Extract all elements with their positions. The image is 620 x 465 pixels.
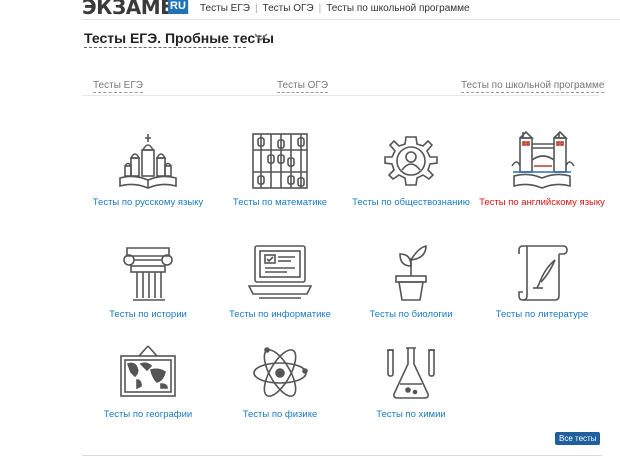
subject-biology[interactable]: Тесты по биологии bbox=[346, 240, 476, 320]
flask-icon bbox=[387, 347, 435, 399]
divider bbox=[82, 455, 602, 456]
topnav-ege[interactable]: Тесты ЕГЭ bbox=[195, 3, 255, 14]
topnav-oge[interactable]: Тесты ОГЭ bbox=[258, 3, 319, 14]
subject-physics[interactable]: Тесты по физике bbox=[215, 340, 345, 420]
gear-person-icon bbox=[384, 136, 438, 186]
subject-label[interactable]: Тесты по физике bbox=[215, 409, 345, 420]
subject-label[interactable]: Тесты по биологии bbox=[346, 309, 476, 320]
subject-label[interactable]: Тесты по математике bbox=[215, 197, 345, 208]
tower-bridge-icon bbox=[511, 130, 575, 189]
plant-pot-icon bbox=[395, 244, 427, 301]
column-icon bbox=[123, 247, 173, 301]
subject-literature[interactable]: Тесты по литературе bbox=[477, 240, 607, 320]
filter-school[interactable]: Тесты по школьной программе bbox=[461, 80, 605, 93]
subject-geography[interactable]: Тесты по географии bbox=[83, 340, 213, 420]
subject-label[interactable]: Тесты по химии bbox=[346, 409, 476, 420]
filter-oge[interactable]: Тесты ОГЭ bbox=[277, 80, 329, 93]
atom-icon bbox=[253, 347, 308, 397]
subject-label[interactable]: Тесты по английскому языку bbox=[477, 197, 607, 208]
title-underline bbox=[84, 47, 246, 48]
scroll-quill-icon bbox=[518, 245, 568, 301]
filter-divider bbox=[82, 95, 599, 96]
subject-english[interactable]: Тесты по английскому языку bbox=[477, 128, 607, 208]
top-nav: Тесты ЕГЭ | Тесты ОГЭ | Тесты по школьной пр… bbox=[195, 3, 475, 14]
logo-badge: RU bbox=[168, 0, 188, 14]
divider bbox=[82, 19, 620, 20]
subject-history[interactable]: Тесты по истории bbox=[83, 240, 213, 320]
world-map-icon bbox=[120, 345, 176, 397]
subject-social[interactable]: Тесты по обществознанию bbox=[346, 128, 476, 208]
abacus-icon bbox=[252, 133, 308, 189]
subject-informatics[interactable]: Тесты по информатике bbox=[215, 240, 345, 320]
page-title[interactable]: Тесты ЕГЭ. Пробные тесты bbox=[84, 30, 274, 46]
subject-label[interactable]: Тесты по истории bbox=[83, 309, 213, 320]
subject-russian[interactable]: Тесты по русскому языку bbox=[83, 128, 213, 208]
subject-label[interactable]: Тесты по русскому языку bbox=[83, 197, 213, 208]
subject-label[interactable]: Тесты по информатике bbox=[215, 309, 345, 320]
subject-label[interactable]: Тесты по обществознанию bbox=[346, 197, 476, 208]
subject-label[interactable]: Тесты по географии bbox=[83, 409, 213, 420]
subject-math[interactable]: Тесты по математике bbox=[215, 128, 345, 208]
subject-chemistry[interactable]: Тесты по химии bbox=[346, 340, 476, 420]
laptop-icon bbox=[247, 245, 313, 299]
all-tests-button[interactable]: Все тесты bbox=[555, 432, 601, 445]
filter-ege[interactable]: Тесты ЕГЭ bbox=[93, 80, 143, 93]
kremlin-book-icon bbox=[119, 134, 177, 189]
top-bar: ЭКЗАМЕН RU Тесты ЕГЭ | Тесты ОГЭ | Тесты по … bbox=[0, 0, 620, 20]
chevron-down-icon[interactable] bbox=[253, 31, 269, 43]
subject-label[interactable]: Тесты по литературе bbox=[477, 309, 607, 320]
topnav-school[interactable]: Тесты по школьной программе bbox=[321, 3, 474, 14]
